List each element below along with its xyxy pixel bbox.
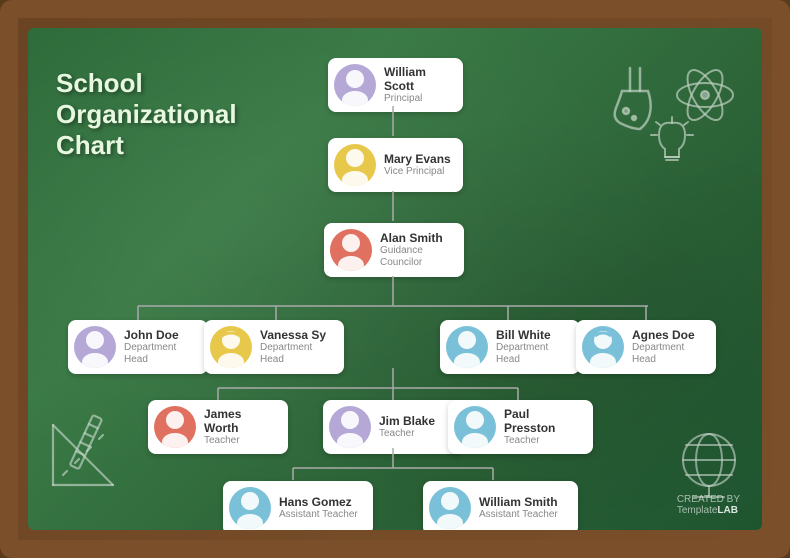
title-line1: School: [56, 68, 143, 98]
role-william-smith: Assistant Teacher: [479, 509, 568, 521]
role-jim-blake: Teacher: [379, 428, 453, 440]
avatar-bill-white: [446, 326, 488, 368]
text-william-smith: William Smith Assistant Teacher: [479, 495, 568, 521]
text-vanessa-sy: Vanessa Sy Department Head: [260, 328, 334, 366]
deco-science-icons: [602, 58, 742, 173]
avatar-mary-evans: [334, 144, 376, 186]
node-bill-white: Bill White Department Head: [440, 320, 580, 374]
name-james-worth: James Worth: [204, 407, 278, 436]
name-william-smith: William Smith: [479, 495, 568, 509]
node-hans-gomez: Hans Gomez Assistant Teacher: [223, 481, 373, 530]
branding: CREATED BY TemplateLAB: [677, 494, 740, 516]
text-john-doe: John Doe Department Head: [124, 328, 198, 366]
node-alan-smith: Alan Smith Guidance Councilor: [324, 223, 464, 277]
text-bill-white: Bill White Department Head: [496, 328, 570, 366]
name-paul-presston: Paul Presston: [504, 407, 583, 436]
node-william-scott: William Scott Principal: [328, 58, 463, 112]
text-paul-presston: Paul Presston Teacher: [504, 407, 583, 448]
avatar-agnes-doe: [582, 326, 624, 368]
node-william-smith: William Smith Assistant Teacher: [423, 481, 578, 530]
name-mary-evans: Mary Evans: [384, 152, 453, 166]
deco-ruler: [43, 405, 143, 510]
name-bill-white: Bill White: [496, 328, 570, 342]
name-jim-blake: Jim Blake: [379, 414, 453, 428]
name-hans-gomez: Hans Gomez: [279, 495, 363, 509]
branding-bold: LAB: [717, 505, 738, 516]
node-james-worth: James Worth Teacher: [148, 400, 288, 454]
text-william-scott: William Scott Principal: [384, 65, 453, 106]
role-alan-smith: Guidance Councilor: [380, 245, 454, 269]
avatar-hans-gomez: [229, 487, 271, 529]
role-paul-presston: Teacher: [504, 435, 583, 447]
node-mary-evans: Mary Evans Vice Principal: [328, 138, 463, 192]
role-vanessa-sy: Department Head: [260, 342, 334, 366]
role-mary-evans: Vice Principal: [384, 166, 453, 178]
text-hans-gomez: Hans Gomez Assistant Teacher: [279, 495, 363, 521]
role-james-worth: Teacher: [204, 435, 278, 447]
chart-title: School Organizational Chart: [56, 68, 237, 162]
avatar-paul-presston: [454, 406, 496, 448]
name-alan-smith: Alan Smith: [380, 231, 454, 245]
role-hans-gomez: Assistant Teacher: [279, 509, 363, 521]
avatar-jim-blake: [329, 406, 371, 448]
avatar-vanessa-sy: [210, 326, 252, 368]
board-inner: School Organizational Chart: [28, 28, 762, 530]
name-william-scott: William Scott: [384, 65, 453, 94]
name-john-doe: John Doe: [124, 328, 198, 342]
branding-created-by: CREATED BY: [677, 494, 740, 505]
avatar-william-scott: [334, 64, 376, 106]
node-agnes-doe: Agnes Doe Department Head: [576, 320, 716, 374]
title-line2: Organizational: [56, 99, 237, 129]
role-bill-white: Department Head: [496, 342, 570, 366]
text-james-worth: James Worth Teacher: [204, 407, 278, 448]
role-agnes-doe: Department Head: [632, 342, 706, 366]
role-william-scott: Principal: [384, 93, 453, 105]
role-john-doe: Department Head: [124, 342, 198, 366]
node-vanessa-sy: Vanessa Sy Department Head: [204, 320, 344, 374]
branding-name: Template: [677, 505, 718, 516]
node-john-doe: John Doe Department Head: [68, 320, 208, 374]
avatar-alan-smith: [330, 229, 372, 271]
name-vanessa-sy: Vanessa Sy: [260, 328, 334, 342]
board-outer: School Organizational Chart: [0, 0, 790, 558]
avatar-william-smith: [429, 487, 471, 529]
name-agnes-doe: Agnes Doe: [632, 328, 706, 342]
title-line3: Chart: [56, 130, 124, 160]
text-mary-evans: Mary Evans Vice Principal: [384, 152, 453, 178]
avatar-john-doe: [74, 326, 116, 368]
avatar-james-worth: [154, 406, 196, 448]
text-alan-smith: Alan Smith Guidance Councilor: [380, 231, 454, 269]
node-paul-presston: Paul Presston Teacher: [448, 400, 593, 454]
node-jim-blake: Jim Blake Teacher: [323, 400, 463, 454]
text-jim-blake: Jim Blake Teacher: [379, 414, 453, 440]
text-agnes-doe: Agnes Doe Department Head: [632, 328, 706, 366]
